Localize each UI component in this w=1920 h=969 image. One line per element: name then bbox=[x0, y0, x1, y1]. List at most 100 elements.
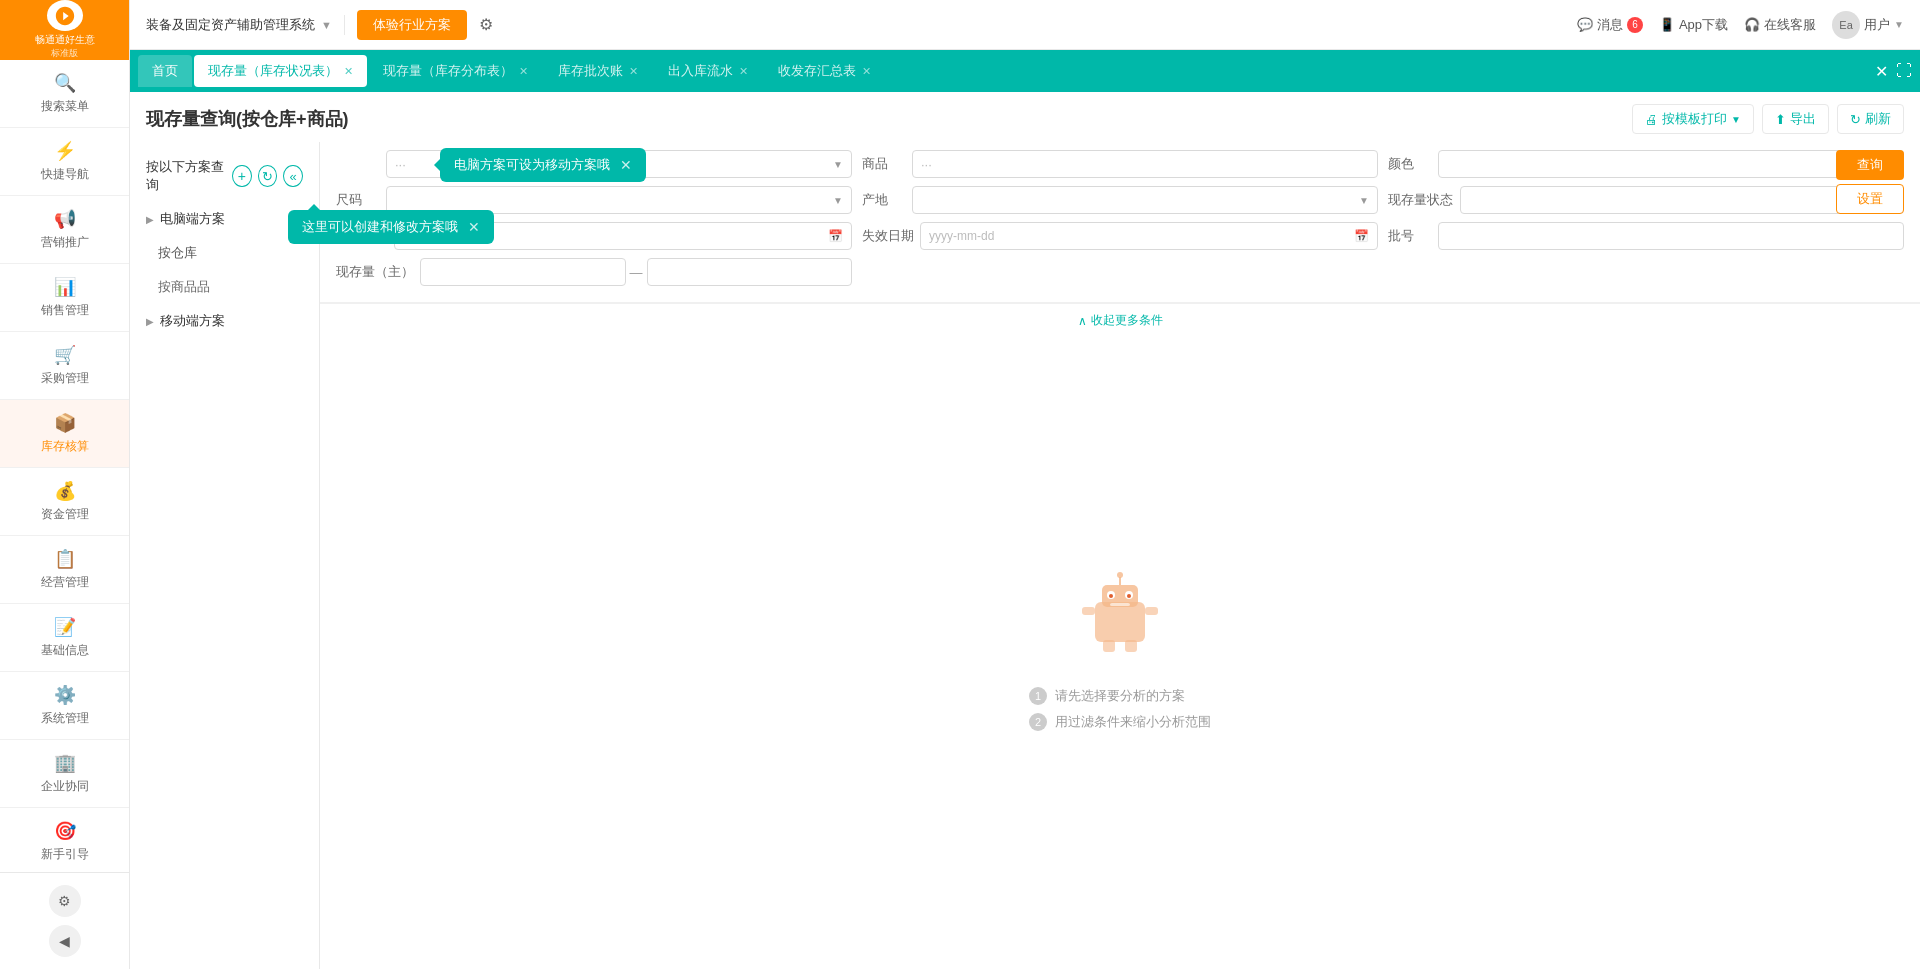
inv-main-max[interactable] bbox=[647, 258, 853, 286]
export-label: 导出 bbox=[1790, 110, 1816, 128]
sidebar-item-label: 经营管理 bbox=[41, 574, 89, 591]
tab-close-all-btn[interactable]: ✕ bbox=[1875, 62, 1888, 81]
refresh-scheme-btn[interactable]: ↻ bbox=[258, 165, 278, 187]
setting-btn[interactable]: 设置 bbox=[1836, 184, 1904, 214]
calendar-icon: 📅 bbox=[828, 229, 843, 243]
tab-inventory-status-close[interactable]: ✕ bbox=[344, 65, 353, 78]
user-btn[interactable]: Ea 用户 ▼ bbox=[1832, 11, 1904, 39]
empty-step-2: 2 用过滤条件来缩小分析范围 bbox=[1029, 713, 1211, 731]
bell-label: 消息 bbox=[1597, 16, 1623, 34]
step-1-num: 1 bbox=[1029, 687, 1047, 705]
sidebar-item-search-menu[interactable]: 🔍 搜索菜单 bbox=[0, 60, 129, 128]
filter-batch: 批号 bbox=[1388, 222, 1904, 250]
purchase-icon: 🛒 bbox=[54, 344, 76, 366]
sidebar-settings-btn[interactable]: ⚙ bbox=[49, 885, 81, 917]
sidebar-item-system[interactable]: ⚙️ 系统管理 bbox=[0, 672, 129, 740]
search-btn[interactable]: 查询 bbox=[1836, 150, 1904, 180]
export-btn[interactable]: ⬆ 导出 bbox=[1762, 104, 1829, 134]
filter-inv-status: 现存量状态 ▼ bbox=[1388, 186, 1904, 214]
scheme-mobile[interactable]: ▶ 移动端方案 bbox=[130, 304, 319, 338]
sidebar-item-operations[interactable]: 📋 经营管理 bbox=[0, 536, 129, 604]
tab-inout-flow-label: 出入库流水 bbox=[668, 62, 733, 80]
tab-fullscreen-btn[interactable]: ⛶ bbox=[1896, 62, 1912, 80]
sidebar-item-marketing[interactable]: 📢 营销推广 bbox=[0, 196, 129, 264]
sidebar-item-label: 基础信息 bbox=[41, 642, 89, 659]
svg-point-5 bbox=[1127, 594, 1131, 598]
system-icon: ⚙️ bbox=[54, 684, 76, 706]
svg-point-4 bbox=[1109, 594, 1113, 598]
bell-icon: 💬 bbox=[1577, 17, 1593, 32]
logo-sub: 标准版 bbox=[51, 47, 78, 60]
tab-receive-summary-label: 收发存汇总表 bbox=[778, 62, 856, 80]
empty-steps: 1 请先选择要分析的方案 2 用过滤条件来缩小分析范围 bbox=[1029, 687, 1211, 739]
tooltip-2-close[interactable]: ✕ bbox=[468, 219, 480, 235]
tab-inventory-status[interactable]: 现存量（库存状况表） ✕ bbox=[194, 55, 367, 87]
gear-btn[interactable]: ⚙ bbox=[479, 15, 493, 34]
marketing-icon: 📢 bbox=[54, 208, 76, 230]
tooltip-2-text: 这里可以创建和修改方案哦 bbox=[302, 218, 458, 236]
tab-receive-summary-close[interactable]: ✕ bbox=[862, 65, 871, 78]
inv-main-min[interactable] bbox=[420, 258, 626, 286]
header-right: 💬 消息 6 📱 App下载 🎧 在线客服 Ea 用户 ▼ bbox=[1577, 11, 1904, 39]
message-btn[interactable]: 💬 消息 6 bbox=[1577, 16, 1643, 34]
scheme-by-goods-label: 按商品品 bbox=[158, 278, 210, 296]
right-content: ··· ▼ 商品 ··· 颜色 bbox=[320, 142, 1920, 969]
sidebar-item-enterprise[interactable]: 🏢 企业协同 bbox=[0, 740, 129, 808]
operations-icon: 📋 bbox=[54, 548, 76, 570]
collapse-label: 收起更多条件 bbox=[1091, 312, 1163, 329]
guide-icon: 🎯 bbox=[54, 820, 76, 842]
refresh-btn[interactable]: ↻ 刷新 bbox=[1837, 104, 1904, 134]
add-scheme-btn[interactable]: + bbox=[232, 165, 252, 187]
size-arr: ▼ bbox=[833, 195, 843, 206]
back-scheme-btn[interactable]: « bbox=[283, 165, 303, 187]
app-download-btn[interactable]: 📱 App下载 bbox=[1659, 16, 1728, 34]
sidebar-item-guide[interactable]: 🎯 新手引导 bbox=[0, 808, 129, 872]
sidebar-item-label: 企业协同 bbox=[41, 778, 89, 795]
sidebar-item-quick-nav[interactable]: ⚡ 快捷导航 bbox=[0, 128, 129, 196]
tab-inout-flow[interactable]: 出入库流水 ✕ bbox=[654, 55, 762, 87]
batch-input[interactable] bbox=[1438, 222, 1904, 250]
sidebar-item-inventory[interactable]: 📦 库存核算 bbox=[0, 400, 129, 468]
tab-batch-account-close[interactable]: ✕ bbox=[629, 65, 638, 78]
user-avatar: Ea bbox=[1832, 11, 1860, 39]
color-select[interactable]: ▼ bbox=[1438, 150, 1904, 178]
export-icon: ⬆ bbox=[1775, 112, 1786, 127]
sidebar-item-finance[interactable]: 💰 资金管理 bbox=[0, 468, 129, 536]
main-body: 按以下方案查询 + ↻ « ▶ 电脑端方案 按仓库 按商品品 ▶ bbox=[130, 142, 1920, 969]
sidebar-collapse-btn[interactable]: ◀ bbox=[49, 925, 81, 957]
tab-inout-flow-close[interactable]: ✕ bbox=[739, 65, 748, 78]
inv-status-label: 现存量状态 bbox=[1388, 191, 1454, 209]
tab-home-label: 首页 bbox=[152, 62, 178, 80]
user-label: 用户 bbox=[1864, 16, 1890, 34]
tab-receive-summary[interactable]: 收发存汇总表 ✕ bbox=[764, 55, 885, 87]
svg-rect-7 bbox=[1082, 607, 1095, 615]
tab-inventory-dist-close[interactable]: ✕ bbox=[519, 65, 528, 78]
goods-select[interactable]: ··· bbox=[912, 150, 1378, 178]
tab-home[interactable]: 首页 bbox=[138, 55, 192, 87]
refresh-label: 刷新 bbox=[1865, 110, 1891, 128]
print-btn[interactable]: 🖨 按模板打印 ▼ bbox=[1632, 104, 1754, 134]
sidebar-item-basic-info[interactable]: 📝 基础信息 bbox=[0, 604, 129, 672]
industry-btn[interactable]: 体验行业方案 bbox=[357, 10, 467, 40]
svg-rect-10 bbox=[1125, 640, 1137, 652]
online-support-btn[interactable]: 🎧 在线客服 bbox=[1744, 16, 1816, 34]
origin-select[interactable]: ▼ bbox=[912, 186, 1378, 214]
sidebar-item-purchase[interactable]: 🛒 采购管理 bbox=[0, 332, 129, 400]
svg-point-12 bbox=[1117, 572, 1123, 578]
svg-rect-8 bbox=[1145, 607, 1158, 615]
filter-goods: 商品 ··· bbox=[862, 150, 1378, 178]
tab-batch-account[interactable]: 库存批次账 ✕ bbox=[544, 55, 652, 87]
scheme-by-goods[interactable]: 按商品品 bbox=[130, 270, 319, 304]
filter-row-3: 生产日期 yyyy-mm-dd 📅 失效日期 yyyy-mm-dd 📅 bbox=[336, 222, 1904, 250]
sidebar-nav: 🔍 搜索菜单 ⚡ 快捷导航 📢 营销推广 📊 销售管理 🛒 采购管理 📦 库存核… bbox=[0, 60, 129, 872]
collapse-btn[interactable]: ∧ 收起更多条件 bbox=[320, 303, 1920, 337]
tooltip-1-close[interactable]: ✕ bbox=[620, 157, 632, 173]
page-actions: 🖨 按模板打印 ▼ ⬆ 导出 ↻ 刷新 bbox=[1632, 104, 1904, 134]
system-dropdown-icon: ▼ bbox=[321, 19, 332, 31]
sidebar-item-sales[interactable]: 📊 销售管理 bbox=[0, 264, 129, 332]
step-2-text: 用过滤条件来缩小分析范围 bbox=[1055, 713, 1211, 731]
tab-inventory-dist-label: 现存量（库存分布表） bbox=[383, 62, 513, 80]
sidebar-item-label: 快捷导航 bbox=[41, 166, 89, 183]
expire-date-input[interactable]: yyyy-mm-dd 📅 bbox=[920, 222, 1378, 250]
tab-inventory-dist[interactable]: 现存量（库存分布表） ✕ bbox=[369, 55, 542, 87]
